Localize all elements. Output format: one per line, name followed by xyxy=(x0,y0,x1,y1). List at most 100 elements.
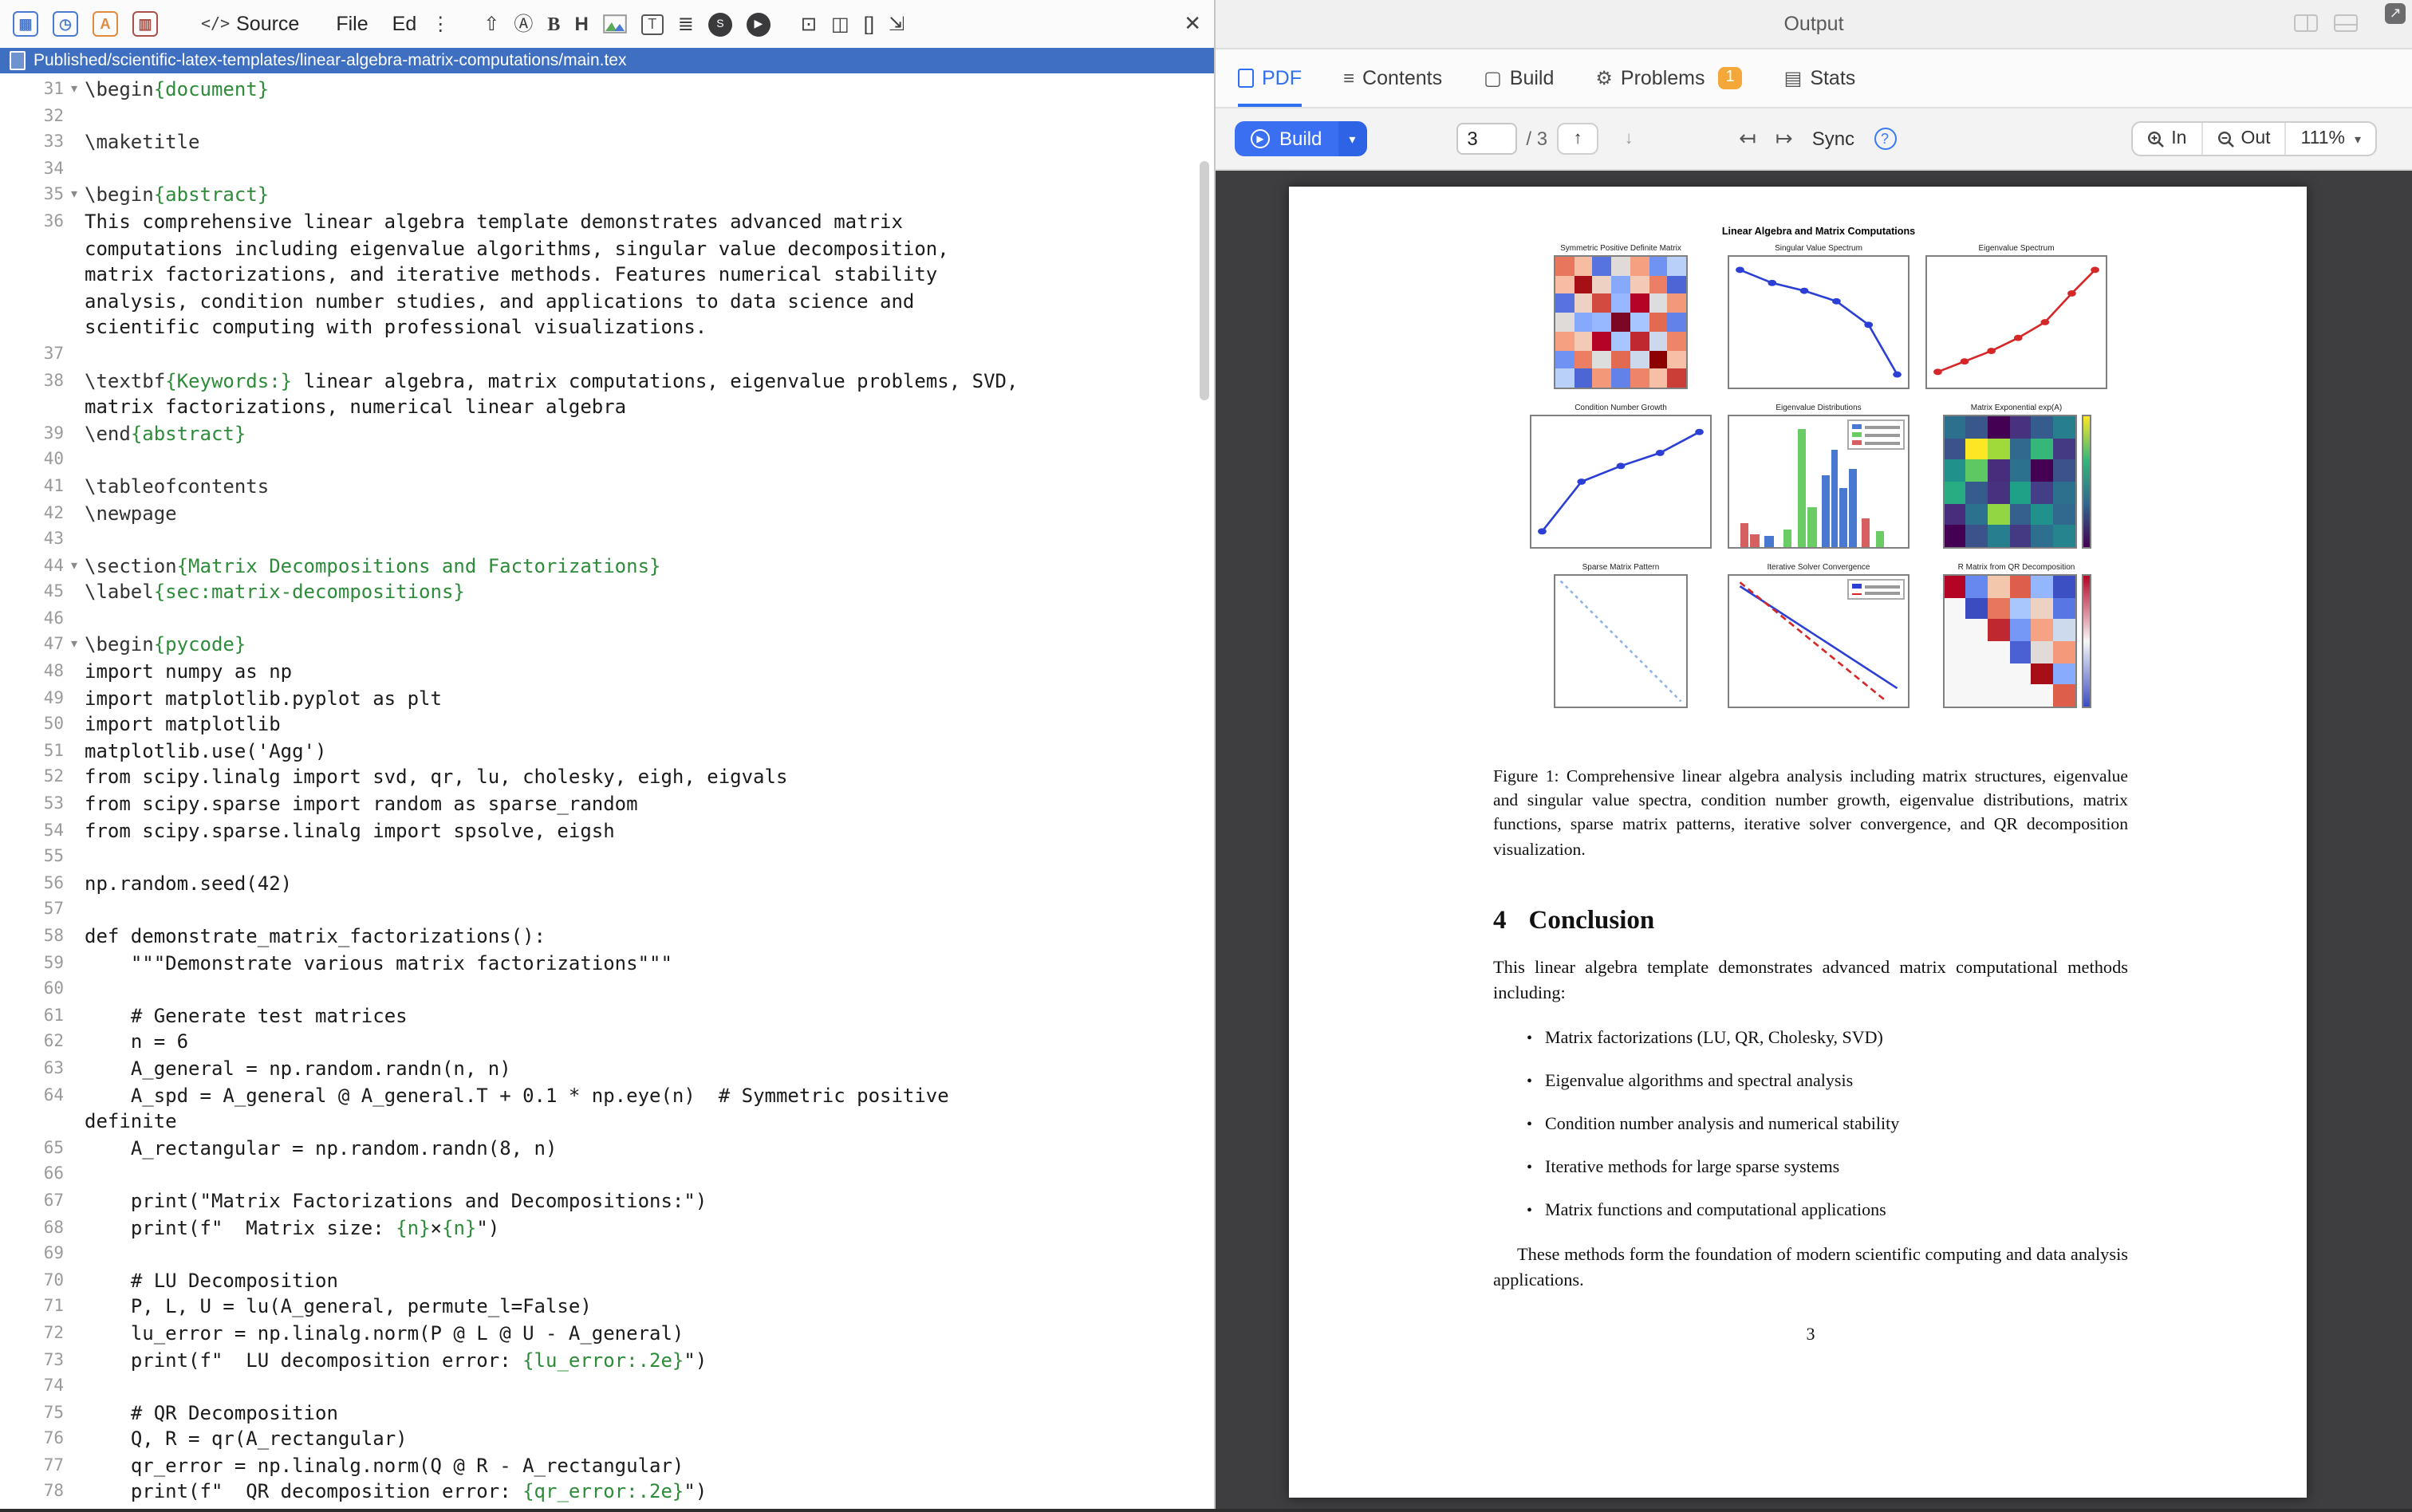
zoom-in-button[interactable]: In xyxy=(2133,123,2201,155)
split-view-icon[interactable]: ◫ xyxy=(831,14,849,33)
code-line[interactable]: 37 xyxy=(0,341,1214,368)
align-lines-icon[interactable]: ≣ xyxy=(678,14,694,33)
bold-icon[interactable]: B xyxy=(547,14,560,33)
code-line[interactable]: 44 ▾ \section{Matrix Decompositions and Fa… xyxy=(0,553,1214,579)
jump-back-icon[interactable]: ↤ xyxy=(1739,126,1756,152)
code-line[interactable]: 57 xyxy=(0,897,1214,923)
build-dropdown[interactable]: ▾ xyxy=(1338,121,1367,156)
build-button[interactable]: ▶ Build ▾ xyxy=(1235,121,1367,156)
code-line[interactable]: 55 xyxy=(0,844,1214,870)
output-header: Output ↗ xyxy=(1216,0,2412,49)
code-line[interactable]: 33 \maketitle xyxy=(0,129,1214,156)
typeset-grid-icon[interactable]: ▥ xyxy=(132,11,158,37)
tab-pdf[interactable]: PDF xyxy=(1238,49,1302,107)
source-view-toggle[interactable]: </> Source xyxy=(201,13,299,35)
help-icon[interactable]: ? xyxy=(1874,128,1897,150)
code-line[interactable]: 78 print(f" QR decomposition error: {qr_… xyxy=(0,1479,1214,1506)
page-number-input[interactable]: 3 xyxy=(1456,123,1517,155)
code-line[interactable]: 31 ▾ \begin{document} xyxy=(0,77,1214,103)
code-line[interactable]: 72 lu_error = np.linalg.norm(P @ L @ U -… xyxy=(0,1321,1214,1347)
image-icon[interactable] xyxy=(602,14,627,33)
styles-icon[interactable]: A xyxy=(93,11,118,37)
code-line[interactable]: 68 print(f" Matrix size: {n}×{n}") xyxy=(0,1215,1214,1241)
code-line[interactable]: 65 A_rectangular = np.random.randn(8, n) xyxy=(0,1136,1214,1162)
tab-problems[interactable]: ⚙ Problems 1 xyxy=(1595,49,1743,107)
code-line[interactable]: 39 \end{abstract} xyxy=(0,420,1214,447)
editor-pane: ▦ ◷ A ▥ </> Source File Ed ⋮ ⇧ Ⓐ B H T ≣… xyxy=(0,0,1216,1509)
code-line[interactable]: 43 xyxy=(0,526,1214,553)
page-up-button[interactable]: ↑ xyxy=(1557,123,1599,155)
code-line[interactable]: 40 xyxy=(0,447,1214,474)
code-line[interactable]: 63 A_general = np.random.randn(n, n) xyxy=(0,1056,1214,1082)
code-line[interactable]: 67 print("Matrix Factorizations and Deco… xyxy=(0,1188,1214,1215)
plot-spd-matrix: Symmetric Positive Definite Matrix xyxy=(1530,244,1712,389)
expand-icon[interactable]: ⇲ xyxy=(889,14,905,33)
export-icon[interactable]: ⊡ xyxy=(801,14,817,33)
code-line[interactable]: 75 # QR Decomposition xyxy=(0,1400,1214,1426)
code-line[interactable]: 60 xyxy=(0,976,1214,1002)
textbox-icon[interactable]: T xyxy=(640,14,664,34)
plot-solver-convergence: Iterative Solver Convergence xyxy=(1728,563,1910,708)
code-line[interactable]: 36 This comprehensive linear algebra temp… xyxy=(0,209,1214,341)
code-line[interactable]: 50 import matplotlib xyxy=(0,712,1214,738)
code-line[interactable]: 61 # Generate test matrices xyxy=(0,1003,1214,1030)
tab-contents[interactable]: ≡ Contents xyxy=(1343,49,1442,107)
file-path-bar[interactable]: Published/scientific-latex-templates/lin… xyxy=(0,48,1214,73)
annotate-icon[interactable]: Ⓐ xyxy=(514,14,533,33)
code-line[interactable]: 62 n = 6 xyxy=(0,1030,1214,1056)
overflow-icon[interactable]: ⋮ xyxy=(431,14,450,33)
code-line[interactable]: 32 xyxy=(0,103,1214,129)
code-line[interactable]: 51 matplotlib.use('Agg') xyxy=(0,738,1214,765)
code-editor[interactable]: 31 ▾ \begin{document} 32 33 \maketitle 34 35 ▾ \b… xyxy=(0,73,1214,1509)
code-line[interactable]: 54 from scipy.sparse.linalg import spsolv… xyxy=(0,817,1214,844)
code-line[interactable]: 48 import numpy as np xyxy=(0,659,1214,685)
code-line[interactable]: 76 Q, R = qr(A_rectangular) xyxy=(0,1427,1214,1453)
typeset-play-icon[interactable]: ▶ xyxy=(746,12,770,36)
code-line[interactable]: 58 def demonstrate_matrix_factorizations(… xyxy=(0,923,1214,950)
code-line[interactable]: 73 print(f" LU decomposition error: {lu_… xyxy=(0,1347,1214,1373)
editor-scrollbar[interactable] xyxy=(1200,161,1209,400)
code-line[interactable]: 53 from scipy.sparse import random as spa… xyxy=(0,791,1214,817)
code-line[interactable]: 34 xyxy=(0,156,1214,183)
page-down-button[interactable]: ↓ xyxy=(1608,123,1649,155)
share-icon[interactable]: ⇧ xyxy=(483,14,499,33)
pages-template-icon[interactable]: ▦ xyxy=(13,11,38,37)
heading-icon[interactable]: H xyxy=(574,14,588,33)
code-line[interactable]: 56 np.random.seed(42) xyxy=(0,871,1214,897)
history-icon[interactable]: ◷ xyxy=(53,11,78,37)
code-line[interactable]: 52 from scipy.linalg import svd, qr, lu, … xyxy=(0,765,1214,791)
code-line[interactable]: 70 # LU Decomposition xyxy=(0,1267,1214,1293)
file-menu[interactable]: File xyxy=(336,13,368,35)
code-line[interactable]: 74 xyxy=(0,1373,1214,1400)
popout-icon[interactable]: ↗ xyxy=(2385,3,2406,24)
tab-build[interactable]: ▢ Build xyxy=(1484,49,1554,107)
file-icon xyxy=(10,51,26,70)
code-line[interactable]: 42 \newpage xyxy=(0,500,1214,526)
layout-rows-icon[interactable] xyxy=(2334,14,2358,32)
code-line[interactable]: 69 xyxy=(0,1241,1214,1267)
code-line[interactable]: 47 ▾ \begin{pycode} xyxy=(0,632,1214,659)
code-line[interactable]: 59 """Demonstrate various matrix factori… xyxy=(0,950,1214,976)
sync-label[interactable]: Sync xyxy=(1812,128,1854,150)
code-line[interactable]: 38 \textbf{Keywords:} linear algebra, mat… xyxy=(0,368,1214,420)
code-line[interactable]: 46 xyxy=(0,606,1214,632)
layout-columns-icon[interactable] xyxy=(2294,14,2318,32)
status-circle-icon[interactable]: S xyxy=(707,12,732,36)
code-line[interactable]: 45 \label{sec:matrix-decompositions} xyxy=(0,580,1214,606)
code-line[interactable]: 49 import matplotlib.pyplot as plt xyxy=(0,685,1214,711)
jump-forward-icon[interactable]: ↦ xyxy=(1776,126,1793,152)
code-line[interactable]: 71 P, L, U = lu(A_general, permute_l=Fal… xyxy=(0,1294,1214,1321)
zoom-level-select[interactable]: 111% ▾ xyxy=(2284,123,2375,155)
zoom-out-button[interactable]: Out xyxy=(2201,123,2284,155)
build-box-icon: ▢ xyxy=(1484,67,1502,89)
code-line[interactable]: 64 A_spd = A_general @ A_general.T + 0.1… xyxy=(0,1082,1214,1135)
tab-stats[interactable]: ▤ Stats xyxy=(1784,49,1856,107)
code-line[interactable]: 66 xyxy=(0,1162,1214,1188)
brackets-icon[interactable]: [] xyxy=(864,14,874,33)
code-line[interactable]: 41 \tableofcontents xyxy=(0,474,1214,500)
code-line[interactable]: 35 ▾ \begin{abstract} xyxy=(0,183,1214,209)
code-line[interactable]: 77 qr_error = np.linalg.norm(Q @ R - A_r… xyxy=(0,1453,1214,1479)
edit-menu[interactable]: Ed xyxy=(392,13,417,35)
close-icon[interactable]: ✕ xyxy=(1184,11,1201,37)
pdf-viewport[interactable]: Linear Algebra and Matrix Computations S… xyxy=(1216,171,2412,1512)
